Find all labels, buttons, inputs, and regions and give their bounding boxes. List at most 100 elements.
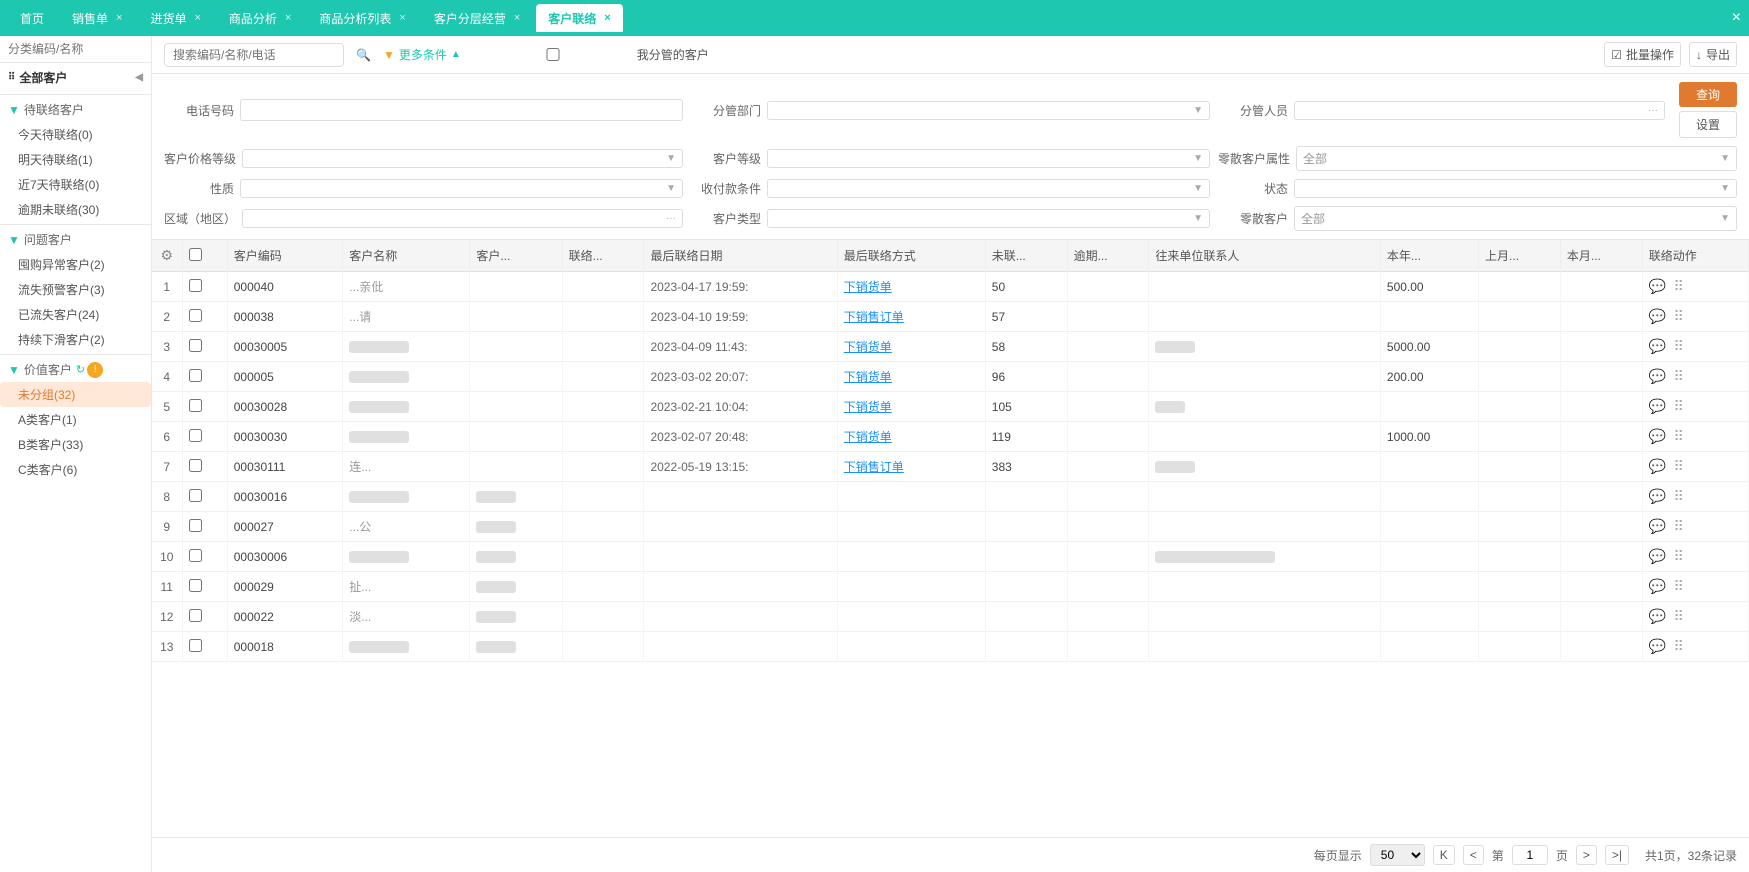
export-btn[interactable]: ↓ 导出 bbox=[1689, 42, 1737, 67]
select-manager[interactable]: ··· bbox=[1294, 101, 1665, 120]
message-icon[interactable]: 💬 bbox=[1649, 398, 1666, 414]
sidebar-item-declining[interactable]: 持续下滑客户(2) bbox=[0, 327, 151, 352]
row-last-method[interactable] bbox=[837, 482, 985, 512]
sidebar-item-type-c[interactable]: C类客户(6) bbox=[0, 457, 151, 482]
nav-purchase-order[interactable]: 进货单 × bbox=[138, 4, 212, 32]
close-product-analysis[interactable]: × bbox=[285, 12, 291, 24]
nav-product-analysis-list[interactable]: 商品分析列表 × bbox=[307, 4, 417, 32]
sidebar-item-overdue-pending[interactable]: 逾期未联络(30) bbox=[0, 197, 151, 222]
message-icon[interactable]: 💬 bbox=[1649, 428, 1666, 444]
input-phone[interactable] bbox=[240, 99, 683, 121]
page-next-btn[interactable]: > bbox=[1576, 845, 1597, 865]
sidebar-group-value[interactable]: ▼ 价值客户 ↻ ! bbox=[0, 357, 151, 382]
sidebar-item-today-pending[interactable]: 今天待联络(0) bbox=[0, 122, 151, 147]
sidebar-item-7days-pending[interactable]: 近7天待联络(0) bbox=[0, 172, 151, 197]
grid-icon[interactable]: ⠿ bbox=[1673, 518, 1683, 534]
row-checkbox[interactable] bbox=[182, 302, 227, 332]
row-last-method[interactable]: 下销货单 bbox=[837, 392, 985, 422]
window-close-button[interactable]: × bbox=[1732, 9, 1741, 27]
message-icon[interactable]: 💬 bbox=[1649, 518, 1666, 534]
row-checkbox[interactable] bbox=[182, 272, 227, 302]
grid-icon[interactable]: ⠿ bbox=[1673, 428, 1683, 444]
row-checkbox[interactable] bbox=[182, 422, 227, 452]
col-customer-type[interactable]: 客户... bbox=[470, 240, 562, 272]
col-contact[interactable]: 联络... bbox=[562, 240, 644, 272]
col-last-contact-method[interactable]: 最后联络方式 bbox=[837, 240, 985, 272]
grid-icon[interactable]: ⠿ bbox=[1673, 338, 1683, 354]
method-link[interactable]: 下销货单 bbox=[844, 400, 892, 414]
all-customers-header[interactable]: ⠿ 全部客户 ◀ bbox=[0, 63, 151, 92]
search-input[interactable] bbox=[164, 43, 344, 67]
grid-icon[interactable]: ⠿ bbox=[1673, 278, 1683, 294]
row-last-method[interactable] bbox=[837, 572, 985, 602]
sidebar-item-tomorrow-pending[interactable]: 明天待联络(1) bbox=[0, 147, 151, 172]
message-icon[interactable]: 💬 bbox=[1649, 368, 1666, 384]
col-code[interactable]: 客户编码 bbox=[227, 240, 343, 272]
grid-icon[interactable]: ⠿ bbox=[1673, 308, 1683, 324]
sidebar-item-lost[interactable]: 已流失客户(24) bbox=[0, 302, 151, 327]
select-all-checkbox[interactable] bbox=[189, 248, 202, 261]
grid-icon[interactable]: ⠿ bbox=[1673, 548, 1683, 564]
nav-customer-stratification[interactable]: 客户分层经营 × bbox=[422, 4, 532, 32]
row-last-method[interactable]: 下销货单 bbox=[837, 422, 985, 452]
col-this-month[interactable]: 本月... bbox=[1560, 240, 1642, 272]
select-retail[interactable]: 全部 ▼ bbox=[1294, 206, 1737, 231]
select-status[interactable]: ▼ bbox=[1294, 179, 1737, 198]
message-icon[interactable]: 💬 bbox=[1649, 338, 1666, 354]
row-checkbox[interactable] bbox=[182, 452, 227, 482]
row-last-method[interactable]: 下销售订单 bbox=[837, 302, 985, 332]
row-last-method[interactable] bbox=[837, 602, 985, 632]
sidebar-item-type-a[interactable]: A类客户(1) bbox=[0, 407, 151, 432]
message-icon[interactable]: 💬 bbox=[1649, 578, 1666, 594]
method-link[interactable]: 下销货单 bbox=[844, 340, 892, 354]
search-button[interactable]: 🔍 bbox=[356, 48, 371, 62]
page-first-btn[interactable]: K bbox=[1433, 845, 1455, 865]
grid-icon[interactable]: ⠿ bbox=[1673, 638, 1683, 654]
page-prev-btn[interactable]: < bbox=[1463, 845, 1484, 865]
row-checkbox[interactable] bbox=[182, 632, 227, 662]
row-last-method[interactable]: 下销货单 bbox=[837, 362, 985, 392]
message-icon[interactable]: 💬 bbox=[1649, 608, 1666, 624]
reset-btn[interactable]: 设置 bbox=[1679, 111, 1737, 138]
page-number-input[interactable] bbox=[1512, 845, 1548, 865]
sidebar-search-input[interactable] bbox=[8, 42, 152, 56]
row-checkbox[interactable] bbox=[182, 482, 227, 512]
col-last-contact-date[interactable]: 最后联络日期 bbox=[644, 240, 837, 272]
nav-customer-contact[interactable]: 客户联络 × bbox=[536, 4, 622, 32]
row-last-method[interactable]: 下销货单 bbox=[837, 272, 985, 302]
batch-ops-btn[interactable]: ☑ 批量操作 bbox=[1604, 42, 1681, 67]
close-customer-stratification[interactable]: × bbox=[514, 12, 520, 24]
select-customer-type[interactable]: ▼ bbox=[767, 209, 1210, 228]
select-customer-level[interactable]: ▼ bbox=[767, 149, 1210, 168]
sidebar-item-churn-warning[interactable]: 流失预警客户(3) bbox=[0, 277, 151, 302]
close-customer-contact[interactable]: × bbox=[604, 12, 610, 24]
method-link[interactable]: 下销售订单 bbox=[844, 460, 904, 474]
row-checkbox[interactable] bbox=[182, 602, 227, 632]
more-conditions-btn[interactable]: ▼ 更多条件 ▲ bbox=[383, 46, 461, 63]
method-link[interactable]: 下销货单 bbox=[844, 280, 892, 294]
grid-icon[interactable]: ⠿ bbox=[1673, 608, 1683, 624]
message-icon[interactable]: 💬 bbox=[1649, 458, 1666, 474]
message-icon[interactable]: 💬 bbox=[1649, 308, 1666, 324]
select-nature[interactable]: ▼ bbox=[240, 179, 683, 198]
sidebar-item-abnormal[interactable]: 囤购异常客户(2) bbox=[0, 252, 151, 277]
nav-sales-order[interactable]: 销售单 × bbox=[60, 4, 134, 32]
page-last-btn[interactable]: >| bbox=[1605, 845, 1629, 865]
row-checkbox[interactable] bbox=[182, 572, 227, 602]
message-icon[interactable]: 💬 bbox=[1649, 488, 1666, 504]
col-overdue[interactable]: 逾期... bbox=[1067, 240, 1149, 272]
row-last-method[interactable] bbox=[837, 512, 985, 542]
my-customers-check[interactable]: 我分管的客户 bbox=[473, 46, 709, 63]
sidebar-item-ungroup[interactable]: 未分组(32) bbox=[0, 382, 151, 407]
method-link[interactable]: 下销售订单 bbox=[844, 310, 904, 324]
select-price-level[interactable]: ▼ bbox=[242, 149, 683, 168]
row-checkbox[interactable] bbox=[182, 512, 227, 542]
message-icon[interactable]: 💬 bbox=[1649, 638, 1666, 654]
method-link[interactable]: 下销货单 bbox=[844, 370, 892, 384]
sidebar-group-problem[interactable]: ▼ 问题客户 bbox=[0, 227, 151, 252]
col-name[interactable]: 客户名称 bbox=[343, 240, 470, 272]
grid-icon[interactable]: ⠿ bbox=[1673, 398, 1683, 414]
row-checkbox[interactable] bbox=[182, 362, 227, 392]
nav-home[interactable]: 首页 bbox=[8, 4, 56, 32]
sidebar-item-type-b[interactable]: B类客户(33) bbox=[0, 432, 151, 457]
